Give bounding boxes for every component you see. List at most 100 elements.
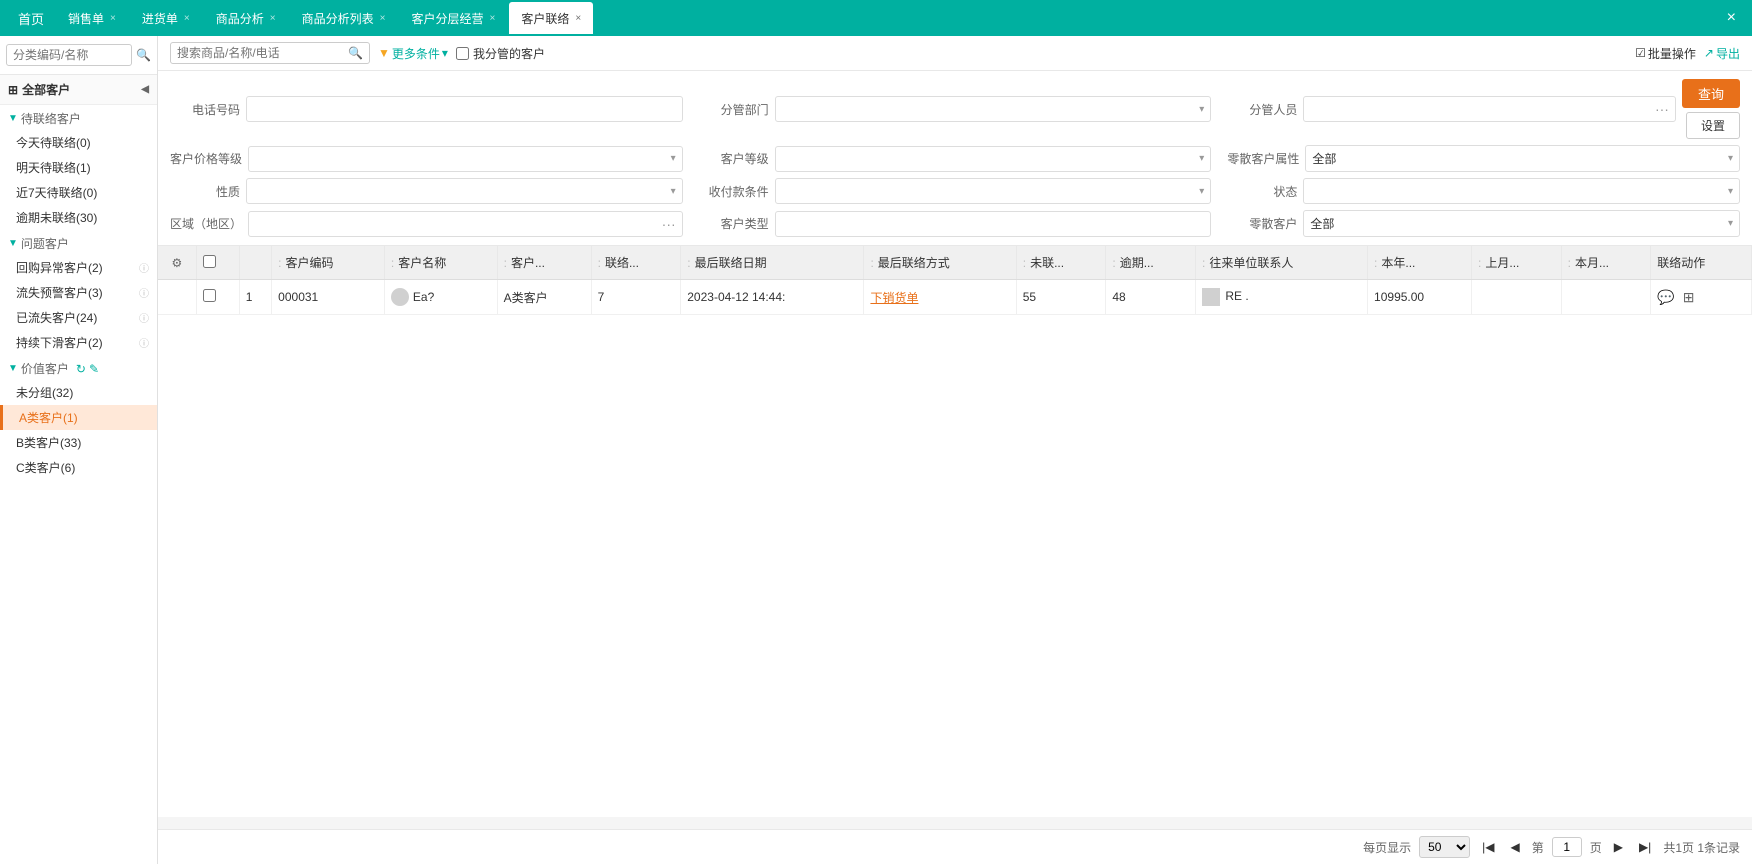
filter-row-manager: 分管人员 ··· 查询 设置 <box>1227 79 1740 139</box>
filter-customer-grade-select[interactable]: ▾ <box>775 146 1212 172</box>
prev-page-button[interactable]: ◀ <box>1506 838 1523 856</box>
filter-icon: ▼ <box>378 46 390 60</box>
table-header-contact-count[interactable]: :联络... <box>591 246 681 280</box>
filter-region-input[interactable]: ··· <box>248 211 683 237</box>
select-all-checkbox[interactable] <box>203 255 216 268</box>
filter-nature-select[interactable]: ▾ <box>246 178 683 204</box>
filter-dept-select[interactable]: ▾ <box>775 96 1212 122</box>
sidebar-item-churn-warning[interactable]: 流失预警客户(3) ⓘ <box>0 280 157 305</box>
customer-avatar <box>391 288 409 306</box>
info-icon-3: ⓘ <box>139 310 149 325</box>
row-this-year: 10995.00 <box>1368 280 1472 315</box>
unit-contact-text: RE . <box>1225 289 1248 303</box>
page-size-select[interactable]: 50 100 200 <box>1419 836 1470 858</box>
nav-tab-customer-segment[interactable]: 客户分层经营 × <box>399 2 507 34</box>
edit-icon[interactable]: ✎ <box>89 362 99 376</box>
table-header-gear[interactable]: ⚙ <box>158 246 196 280</box>
page-input[interactable] <box>1552 837 1582 857</box>
sidebar-item-class-b[interactable]: B类客户(33) <box>0 430 157 455</box>
sidebar-item-churned[interactable]: 已流失客户(24) ⓘ <box>0 305 157 330</box>
nav-tab-customer-contact[interactable]: 客户联络 × <box>509 2 593 34</box>
filter-row-region: 区域（地区） ··· <box>170 210 683 237</box>
nav-tab-analysis[interactable]: 商品分析 × <box>204 2 288 34</box>
search-input[interactable] <box>177 46 344 60</box>
table-header-unit-contact[interactable]: :往来单位联系人 <box>1195 246 1367 280</box>
horizontal-scrollbar[interactable] <box>158 817 1752 829</box>
close-sales-tab[interactable]: × <box>110 13 116 24</box>
filter-customer-type-input[interactable] <box>775 211 1212 237</box>
close-segment-tab[interactable]: × <box>489 13 495 24</box>
sidebar-item-unclassified[interactable]: 未分组(32) <box>0 380 157 405</box>
settings-button[interactable]: 设置 <box>1686 112 1740 139</box>
next-page-button[interactable]: ▶ <box>1610 838 1627 856</box>
filter-phone-input[interactable] <box>246 96 683 122</box>
sidebar-item-7days[interactable]: 近7天待联络(0) <box>0 180 157 205</box>
sidebar-item-declining[interactable]: 持续下滑客户(2) ⓘ <box>0 330 157 355</box>
arrow-icon-2: ▼ <box>8 238 18 249</box>
qr-action-icon[interactable]: ⊞ <box>1683 289 1695 306</box>
sidebar-search-input[interactable] <box>6 44 132 66</box>
filter-label-region: 区域（地区） <box>170 215 242 232</box>
table-header-last-contact-method[interactable]: :最后联络方式 <box>864 246 1016 280</box>
filter-row-phone: 电话号码 <box>170 79 683 139</box>
table-header-code[interactable]: :客户编码 <box>272 246 385 280</box>
table-header-this-year[interactable]: :本年... <box>1368 246 1472 280</box>
collapse-sidebar-icon[interactable]: ◀ <box>141 84 149 95</box>
refresh-icon[interactable]: ↻ <box>76 362 86 376</box>
sidebar-item-class-c[interactable]: C类客户(6) <box>0 455 157 480</box>
filter-row-customer-type: 客户类型 <box>699 210 1212 237</box>
sidebar-item-tomorrow[interactable]: 明天待联络(1) <box>0 155 157 180</box>
my-customers-checkbox[interactable] <box>456 47 469 60</box>
row-gear[interactable] <box>158 280 196 315</box>
batch-op-button[interactable]: ☑ 批量操作 <box>1635 45 1696 62</box>
table-header-last-contact-date[interactable]: :最后联络日期 <box>681 246 864 280</box>
row-checkbox[interactable] <box>196 280 239 315</box>
last-page-button[interactable]: ▶| <box>1635 838 1655 856</box>
close-analysis-tab[interactable]: × <box>270 13 276 24</box>
sidebar-item-overdue[interactable]: 逾期未联络(30) <box>0 205 157 230</box>
sidebar-item-repurchase-anomaly[interactable]: 回购异常客户(2) ⓘ <box>0 255 157 280</box>
filter-manager-input[interactable]: ··· <box>1303 96 1676 122</box>
table-header-last-month[interactable]: :上月... <box>1472 246 1562 280</box>
table-header-category[interactable]: :客户... <box>497 246 591 280</box>
arrow-icon: ▼ <box>8 113 18 124</box>
sidebar-search-icon[interactable]: 🔍 <box>136 48 151 62</box>
message-action-icon[interactable]: 💬 <box>1657 289 1674 306</box>
nav-home[interactable]: 首页 <box>8 2 54 34</box>
nav-tab-analysis-list[interactable]: 商品分析列表 × <box>290 2 398 34</box>
row-this-month <box>1561 280 1651 315</box>
table-header-name[interactable]: :客户名称 <box>384 246 497 280</box>
sidebar-item-class-a[interactable]: A类客户(1) <box>0 405 157 430</box>
row-select-checkbox[interactable] <box>203 289 216 302</box>
page-total-label: 页 <box>1590 839 1602 856</box>
dept-arrow-icon: ▾ <box>1199 104 1204 115</box>
my-customers-filter[interactable]: 我分管的客户 <box>456 45 545 62</box>
filter-retail-select[interactable]: 全部▾ <box>1303 210 1740 237</box>
table-header-checkbox[interactable] <box>196 246 239 280</box>
row-uncontacted: 55 <box>1016 280 1106 315</box>
close-purchase-tab[interactable]: × <box>184 13 190 24</box>
filter-search-icon[interactable]: 🔍 <box>348 46 363 60</box>
table-header-overdue[interactable]: :逾期... <box>1106 246 1196 280</box>
export-button[interactable]: ↗ 导出 <box>1704 45 1740 62</box>
close-window-button[interactable]: × <box>1719 5 1744 31</box>
close-analysis-list-tab[interactable]: × <box>380 13 386 24</box>
query-button[interactable]: 查询 <box>1682 79 1740 108</box>
filter-retail-attr-select[interactable]: 全部▾ <box>1305 145 1740 172</box>
group-pending-contact: ▼ 待联络客户 <box>0 105 157 130</box>
more-conditions-button[interactable]: ▼ 更多条件 ▾ <box>378 45 448 62</box>
filter-payment-select[interactable]: ▾ <box>775 178 1212 204</box>
close-contact-tab[interactable]: × <box>575 13 581 24</box>
nav-tab-purchase[interactable]: 进货单 × <box>130 2 202 34</box>
filter-status-select[interactable]: ▾ <box>1303 178 1740 204</box>
group-problem-customers: ▼ 问题客户 <box>0 230 157 255</box>
first-page-button[interactable]: |◀ <box>1478 838 1498 856</box>
filter-price-grade-select[interactable]: ▾ <box>248 146 683 172</box>
table-header-uncontacted[interactable]: :未联... <box>1016 246 1106 280</box>
last-contact-method-link[interactable]: 下销货单 <box>870 291 918 305</box>
filter-label-customer-grade: 客户等级 <box>699 150 769 167</box>
table-header-this-month[interactable]: :本月... <box>1561 246 1651 280</box>
all-customers-header[interactable]: ⊞ 全部客户 ◀ <box>0 75 157 105</box>
sidebar-item-today[interactable]: 今天待联络(0) <box>0 130 157 155</box>
nav-tab-sales[interactable]: 销售单 × <box>56 2 128 34</box>
